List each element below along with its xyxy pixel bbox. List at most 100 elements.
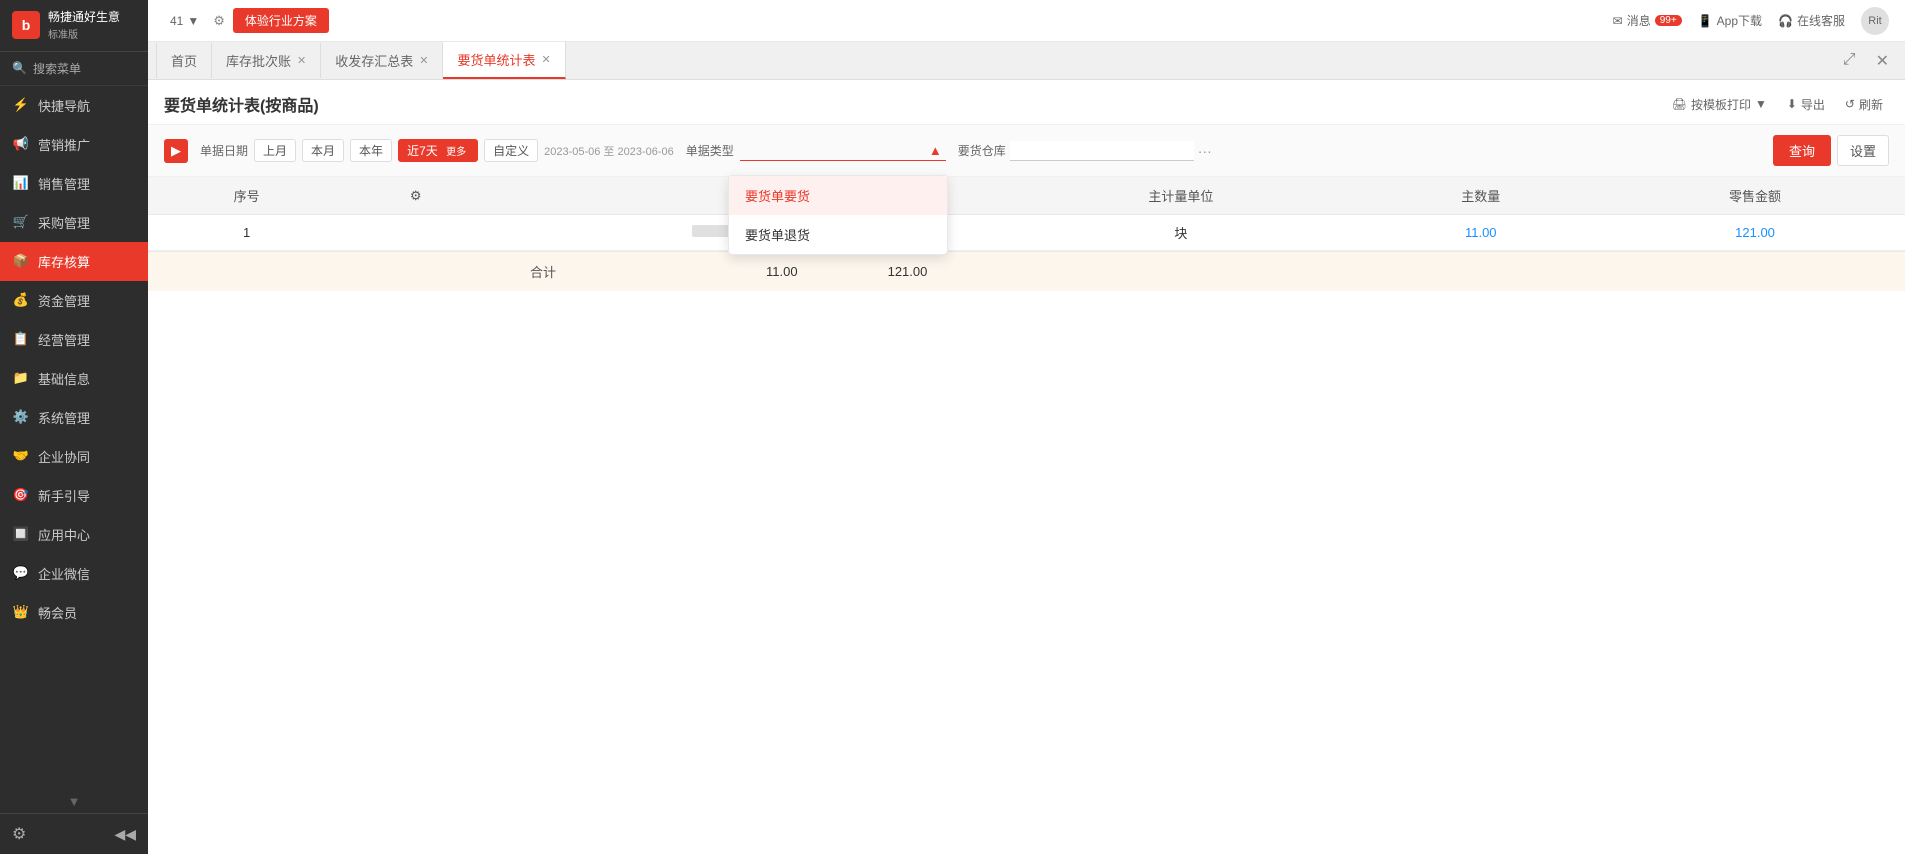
chevron-down-icon: ▼: [1755, 97, 1767, 111]
tab-receipt-summary[interactable]: 收发存汇总表 ✕: [321, 43, 443, 78]
dropdown-item-order-return[interactable]: 要货单退货: [729, 215, 947, 254]
sidebar-logo: b 畅捷通好生意 标准版: [0, 0, 148, 52]
tab-inventory-batch-close[interactable]: ✕: [297, 54, 306, 67]
sidebar-item-label: 经营管理: [38, 330, 90, 349]
filter-last-month-btn[interactable]: 上月: [254, 139, 296, 162]
tenant-selector[interactable]: 41 ▼: [164, 12, 205, 30]
table-row: 1 块 11.00 121.00: [148, 215, 1905, 251]
cell-amount[interactable]: 121.00: [1605, 215, 1905, 251]
sidebar-item-operations[interactable]: 📋 经营管理: [0, 320, 148, 359]
sidebar-item-marketing[interactable]: 📢 营销推广: [0, 125, 148, 164]
filter-warehouse-input[interactable]: [1010, 141, 1194, 161]
sidebar-search[interactable]: 🔍 搜索菜单: [0, 52, 148, 86]
topbar: 41 ▼ ⚙ 体验行业方案 ✉ 消息 99+ 📱 App下载 🎧 在线客服 Ri…: [148, 0, 1905, 42]
search-icon: 🔍: [12, 61, 27, 75]
footer-amount: 121.00: [828, 264, 928, 279]
dropdown-item-order-goods[interactable]: 要货单要货: [729, 176, 947, 215]
quantity-link[interactable]: 11.00: [1465, 225, 1497, 240]
sidebar-item-finance[interactable]: 💰 资金管理: [0, 281, 148, 320]
query-button[interactable]: 查询: [1773, 135, 1831, 166]
footer-label: 合计: [370, 262, 556, 281]
sidebar-item-system[interactable]: ⚙️ 系统管理: [0, 398, 148, 437]
settings-button[interactable]: 设置: [1837, 135, 1889, 166]
search-label: 搜索菜单: [33, 60, 81, 77]
filter-date-label: 单据日期: [200, 142, 248, 159]
sidebar-item-sales[interactable]: 📊 销售管理: [0, 164, 148, 203]
filter-date-range: 2023-05-06 至 2023-06-06: [544, 143, 674, 159]
chevron-down-icon: ▼: [187, 14, 199, 28]
sidebar-item-member[interactable]: 👑 畅会员: [0, 593, 148, 632]
col-quantity: 主数量: [1356, 177, 1605, 215]
purchase-icon: 🛒: [12, 213, 30, 231]
topbar-settings-icon[interactable]: ⚙: [213, 13, 225, 29]
marketing-icon: 📢: [12, 135, 30, 153]
refresh-btn[interactable]: ↺ 刷新: [1839, 93, 1889, 116]
sidebar-item-basic-info[interactable]: 📁 基础信息: [0, 359, 148, 398]
sidebar-item-label: 采购管理: [38, 213, 90, 232]
sidebar-item-inventory[interactable]: 📦 库存核算: [0, 242, 148, 281]
col-amount: 零售金额: [1605, 177, 1905, 215]
app-download-btn[interactable]: 📱 App下载: [1698, 12, 1762, 29]
finance-icon: 💰: [12, 291, 30, 309]
scroll-indicator: ▼: [0, 790, 148, 813]
table-body: 1 块 11.00 121.00: [148, 215, 1905, 251]
filter-toggle-btn[interactable]: ▶: [164, 139, 188, 163]
filter-custom-btn[interactable]: 自定义: [484, 139, 538, 162]
filter-this-year-btn[interactable]: 本年: [350, 139, 392, 162]
online-service-btn[interactable]: 🎧 在线客服: [1778, 12, 1845, 29]
sidebar-item-guide[interactable]: 🎯 新手引导: [0, 476, 148, 515]
message-icon: ✉: [1613, 14, 1623, 28]
sidebar-collapse-btn[interactable]: ◀◀: [114, 826, 136, 843]
sidebar-item-quick-nav[interactable]: ⚡ 快捷导航: [0, 86, 148, 125]
sidebar-settings-btn[interactable]: ⚙: [12, 824, 26, 844]
tab-inventory-batch[interactable]: 库存批次账 ✕: [212, 43, 321, 78]
table-wrapper: 序号 ⚙ 商品 主计量单位 主数量 零售金额 1: [148, 177, 1905, 251]
tab-expand-btn[interactable]: ⤢: [1835, 47, 1864, 75]
amount-link[interactable]: 121.00: [1735, 225, 1775, 240]
footer-quantity: 11.00: [646, 264, 798, 279]
filter-warehouse-group: 要货仓库 ···: [958, 141, 1212, 161]
sidebar-item-purchase[interactable]: 🛒 采购管理: [0, 203, 148, 242]
tab-receipt-summary-close[interactable]: ✕: [419, 54, 428, 67]
sidebar-item-label: 基础信息: [38, 369, 90, 388]
trial-button[interactable]: 体验行业方案: [233, 8, 329, 33]
logo-icon: b: [12, 11, 40, 39]
sidebar-item-enterprise[interactable]: 🤝 企业协同: [0, 437, 148, 476]
cell-quantity[interactable]: 11.00: [1356, 215, 1605, 251]
wechat-icon: 💬: [12, 564, 30, 582]
filter-this-month-btn[interactable]: 本月: [302, 139, 344, 162]
cell-no: 1: [148, 215, 345, 251]
user-avatar[interactable]: Rit: [1861, 7, 1889, 35]
tab-home-label: 首页: [171, 51, 197, 70]
filter-type-label: 单据类型: [686, 142, 734, 159]
sidebar-nav: ⚡ 快捷导航 📢 营销推广 📊 销售管理 🛒 采购管理 📦 库存核算 💰 资金管…: [0, 86, 148, 790]
data-table: 序号 ⚙ 商品 主计量单位 主数量 零售金额 1: [148, 177, 1905, 251]
basic-info-icon: 📁: [12, 369, 30, 387]
sidebar-item-app-center[interactable]: 🔲 应用中心: [0, 515, 148, 554]
tab-order-stats[interactable]: 要货单统计表 ✕: [443, 42, 565, 79]
operations-icon: 📋: [12, 330, 30, 348]
print-template-btn[interactable]: 🖨 按模板打印 ▼: [1666, 93, 1773, 116]
guide-icon: 🎯: [12, 486, 30, 504]
main-content: 41 ▼ ⚙ 体验行业方案 ✉ 消息 99+ 📱 App下载 🎧 在线客服 Ri…: [148, 0, 1905, 854]
filter-last-7-days-btn[interactable]: 近7天 更多: [398, 139, 478, 162]
cell-settings: [345, 215, 486, 251]
table-footer: 合计 11.00 121.00: [148, 251, 1905, 291]
export-btn[interactable]: ⬇ 导出: [1781, 93, 1831, 116]
filter-type-input[interactable]: [740, 141, 946, 161]
tab-close-all-btn[interactable]: ✕: [1868, 47, 1897, 75]
tab-home[interactable]: 首页: [156, 43, 212, 78]
filter-warehouse-more[interactable]: ···: [1198, 143, 1212, 159]
sidebar-item-wechat[interactable]: 💬 企业微信: [0, 554, 148, 593]
app-download-label: App下载: [1717, 12, 1762, 29]
col-settings[interactable]: ⚙: [345, 177, 486, 215]
refresh-icon: ↺: [1845, 97, 1855, 111]
print-icon: 🖨: [1672, 97, 1687, 111]
messages-btn[interactable]: ✉ 消息 99+: [1613, 12, 1682, 29]
tenant-name: 41: [170, 14, 183, 28]
tab-order-stats-close[interactable]: ✕: [542, 53, 551, 66]
filter-type-group: 单据类型 ▲: [686, 141, 946, 161]
tabs-bar: 首页 库存批次账 ✕ 收发存汇总表 ✕ 要货单统计表 ✕ ⤢ ✕: [148, 42, 1905, 80]
export-label: 导出: [1801, 96, 1825, 113]
sidebar: b 畅捷通好生意 标准版 🔍 搜索菜单 ⚡ 快捷导航 📢 营销推广 📊 销售管理…: [0, 0, 148, 854]
